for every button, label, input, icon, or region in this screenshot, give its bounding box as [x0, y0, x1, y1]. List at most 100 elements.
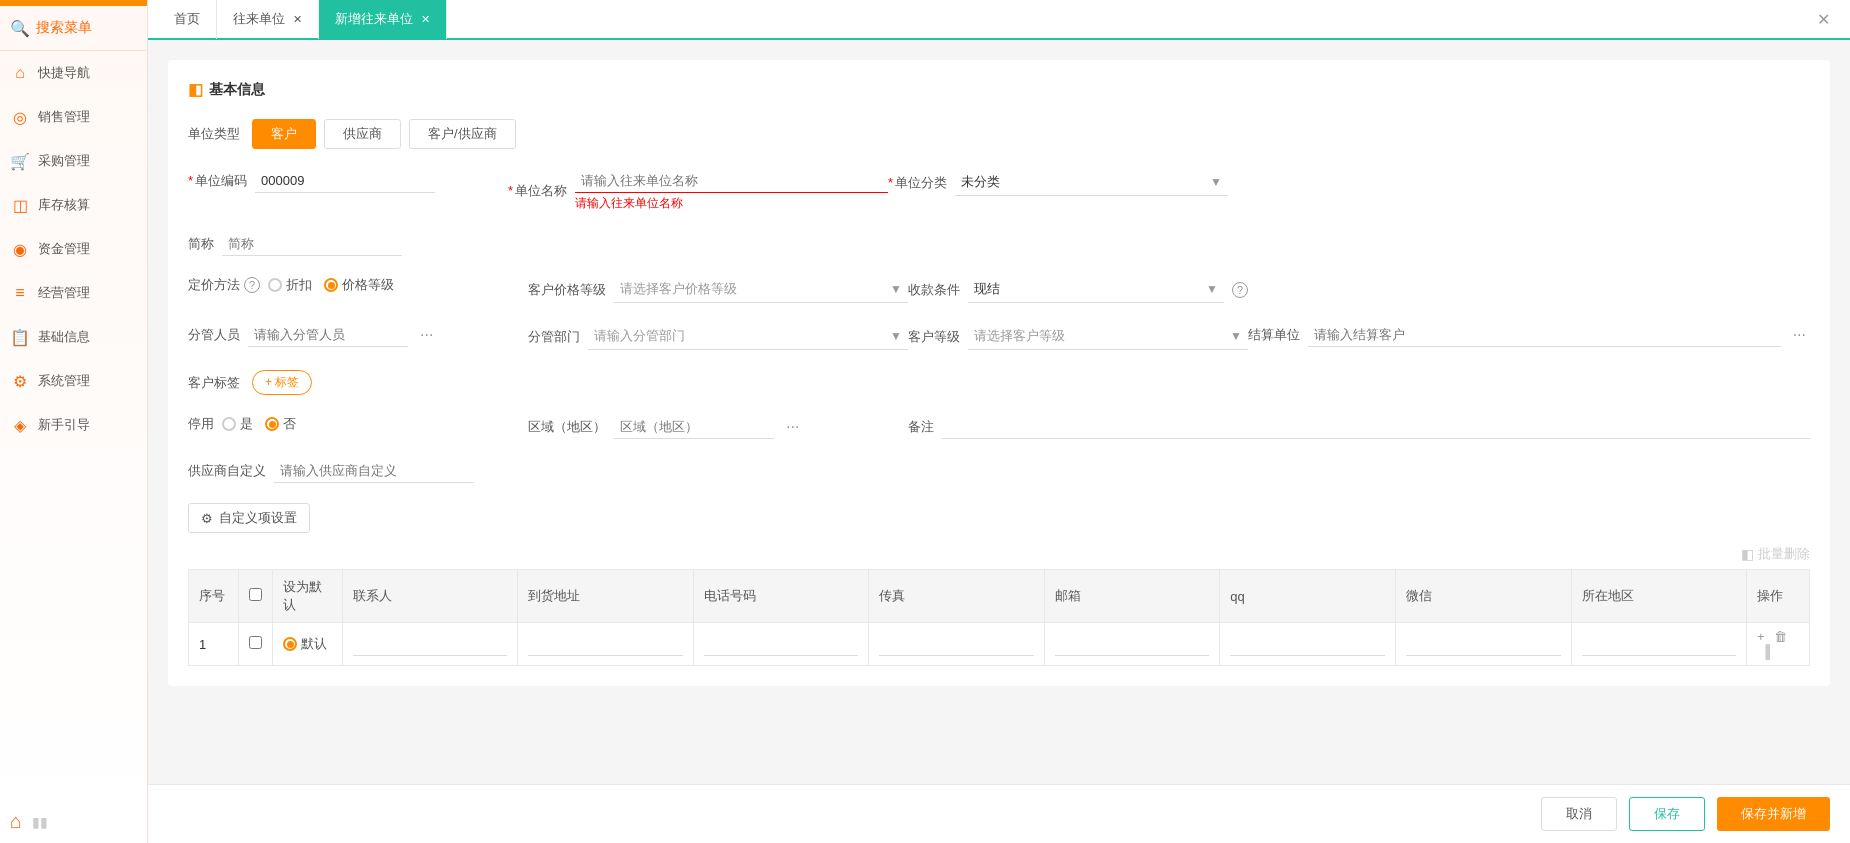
disabled-radio-yes[interactable]: 是	[222, 415, 253, 433]
tab-bar-close-button[interactable]: ✕	[1807, 10, 1840, 29]
system-icon: ⚙	[10, 371, 30, 391]
region-group: 区域（地区） ···	[528, 415, 908, 439]
row-contact[interactable]	[342, 623, 518, 666]
qq-input[interactable]	[1230, 632, 1385, 656]
supplier-custom-input[interactable]	[274, 459, 474, 483]
sidebar-item-basic-info[interactable]: 📋 基础信息	[0, 315, 147, 359]
row-fax[interactable]	[869, 623, 1045, 666]
row-add-btn[interactable]: +	[1757, 629, 1765, 644]
sidebar-item-system[interactable]: ⚙ 系统管理	[0, 359, 147, 403]
unit-code-input[interactable]	[255, 169, 435, 193]
unit-name-input-wrapper: 请输入往来单位名称	[575, 169, 888, 212]
email-input[interactable]	[1055, 632, 1210, 656]
sidebar-item-label: 快捷导航	[38, 64, 90, 82]
settlement-more-btn[interactable]: ···	[1789, 326, 1810, 344]
unit-name-group: *单位名称 请输入往来单位名称	[508, 169, 888, 212]
purchase-icon: 🛒	[10, 151, 30, 171]
payment-terms-select[interactable]: 现结 ▼	[968, 276, 1224, 303]
sidebar-bottom-icon2[interactable]: ▮▮	[32, 814, 48, 830]
sidebar-bottom-icon1[interactable]: ⌂	[10, 810, 22, 833]
basic-info-section: ◧ 基本信息 单位类型 客户 供应商 客户/供应商 *单位编码	[168, 60, 1830, 686]
customer-level-select[interactable]: 请选择客户等级 ▼	[968, 323, 1248, 350]
payment-help-icon[interactable]: ?	[1232, 282, 1248, 298]
unit-name-error: 请输入往来单位名称	[575, 195, 888, 212]
unit-category-value: 未分类	[961, 173, 1210, 191]
cancel-button[interactable]: 取消	[1541, 797, 1617, 831]
type-btn-both[interactable]: 客户/供应商	[409, 119, 516, 149]
sidebar-item-label: 库存核算	[38, 196, 90, 214]
batch-delete-label[interactable]: 批量删除	[1758, 545, 1810, 563]
row-actions: + 🗑 ▐	[1747, 623, 1810, 666]
custom-settings-button[interactable]: ⚙ 自定义项设置	[188, 503, 310, 533]
row-delete-btn[interactable]: 🗑	[1774, 629, 1787, 644]
region-input[interactable]	[614, 415, 774, 439]
row-wechat[interactable]	[1396, 623, 1572, 666]
row-address[interactable]	[518, 623, 694, 666]
sidebar-search[interactable]: 🔍 搜索菜单	[0, 6, 147, 51]
tab-new-partner-close[interactable]: ✕	[421, 13, 430, 26]
row-email[interactable]	[1044, 623, 1220, 666]
settlement-input[interactable]	[1308, 323, 1781, 347]
save-button[interactable]: 保存	[1629, 797, 1705, 831]
sidebar-item-guide[interactable]: ◈ 新手引导	[0, 403, 147, 447]
type-btn-supplier[interactable]: 供应商	[324, 119, 401, 149]
col-fax: 传真	[869, 570, 1045, 623]
row-default-radio[interactable]: 默认	[283, 635, 332, 653]
customer-level-label: 客户等级	[908, 328, 960, 346]
pricing-radio-discount[interactable]: 折扣	[268, 276, 312, 294]
select-all-checkbox[interactable]	[249, 588, 262, 601]
wechat-input[interactable]	[1406, 632, 1561, 656]
row-region[interactable]	[1571, 623, 1747, 666]
finance-icon: ◉	[10, 239, 30, 259]
batch-delete-area: ◧ 批量删除	[188, 545, 1810, 563]
footer: 取消 保存 保存并新增	[148, 784, 1850, 843]
row-checkbox[interactable]	[249, 636, 262, 649]
short-name-input[interactable]	[222, 232, 402, 256]
contact-input[interactable]	[353, 632, 508, 656]
payment-terms-value: 现结	[974, 280, 1206, 298]
row-phone[interactable]	[693, 623, 869, 666]
sidebar-item-quick-nav[interactable]: ⌂ 快捷导航	[0, 51, 147, 95]
pricing-radio-price-level[interactable]: 价格等级	[324, 276, 394, 294]
tab-partners-close[interactable]: ✕	[293, 13, 302, 26]
pricing-help-icon[interactable]: ?	[244, 277, 260, 293]
sidebar-item-finance[interactable]: ◉ 资金管理	[0, 227, 147, 271]
row-scroll-btn[interactable]: ▐	[1761, 644, 1770, 659]
sidebar-item-purchase[interactable]: 🛒 采购管理	[0, 139, 147, 183]
phone-input[interactable]	[704, 632, 859, 656]
operations-icon: ≡	[10, 283, 30, 303]
department-select[interactable]: 请输入分管部门 ▼	[588, 323, 908, 350]
disabled-radio-no[interactable]: 否	[265, 415, 296, 433]
customer-price-level-placeholder: 请选择客户价格等级	[620, 280, 890, 298]
unit-name-input[interactable]	[575, 169, 888, 193]
row-qq[interactable]	[1220, 623, 1396, 666]
disabled-group: 停用 是 否	[188, 415, 528, 433]
customer-level-arrow: ▼	[1230, 329, 1242, 343]
tab-partners[interactable]: 往来单位 ✕	[217, 0, 319, 39]
payment-terms-group: 收款条件 现结 ▼ ?	[908, 276, 1248, 303]
manager-input[interactable]	[248, 323, 408, 347]
type-btn-customer[interactable]: 客户	[252, 119, 316, 149]
save-new-button[interactable]: 保存并新增	[1717, 797, 1830, 831]
customer-price-level-select[interactable]: 请选择客户价格等级 ▼	[614, 276, 908, 303]
unit-name-label: *单位名称	[508, 182, 567, 200]
address-input[interactable]	[528, 632, 683, 656]
default-radio-circle	[283, 637, 297, 651]
customer-level-group: 客户等级 请选择客户等级 ▼	[908, 323, 1248, 350]
add-tag-button[interactable]: + 标签	[252, 370, 312, 395]
sidebar: 🔍 搜索菜单 ⌂ 快捷导航 ◎ 销售管理 🛒 采购管理 ◫ 库存核算 ◉ 资金管…	[0, 0, 148, 843]
sidebar-item-inventory[interactable]: ◫ 库存核算	[0, 183, 147, 227]
region-more-btn[interactable]: ···	[782, 418, 803, 436]
unit-category-select[interactable]: 未分类 ▼	[955, 169, 1228, 196]
row-region-input[interactable]	[1582, 632, 1737, 656]
row-checkbox-cell[interactable]	[239, 623, 273, 666]
sidebar-item-sales[interactable]: ◎ 销售管理	[0, 95, 147, 139]
manager-more-btn[interactable]: ···	[416, 326, 437, 344]
tab-home[interactable]: 首页	[158, 0, 217, 39]
col-checkbox[interactable]	[239, 570, 273, 623]
sidebar-item-operations[interactable]: ≡ 经营管理	[0, 271, 147, 315]
fax-input[interactable]	[879, 632, 1034, 656]
settlement-label: 结算单位	[1248, 326, 1300, 344]
remark-input[interactable]	[942, 415, 1810, 439]
tab-new-partner[interactable]: 新增往来单位 ✕	[319, 0, 447, 39]
